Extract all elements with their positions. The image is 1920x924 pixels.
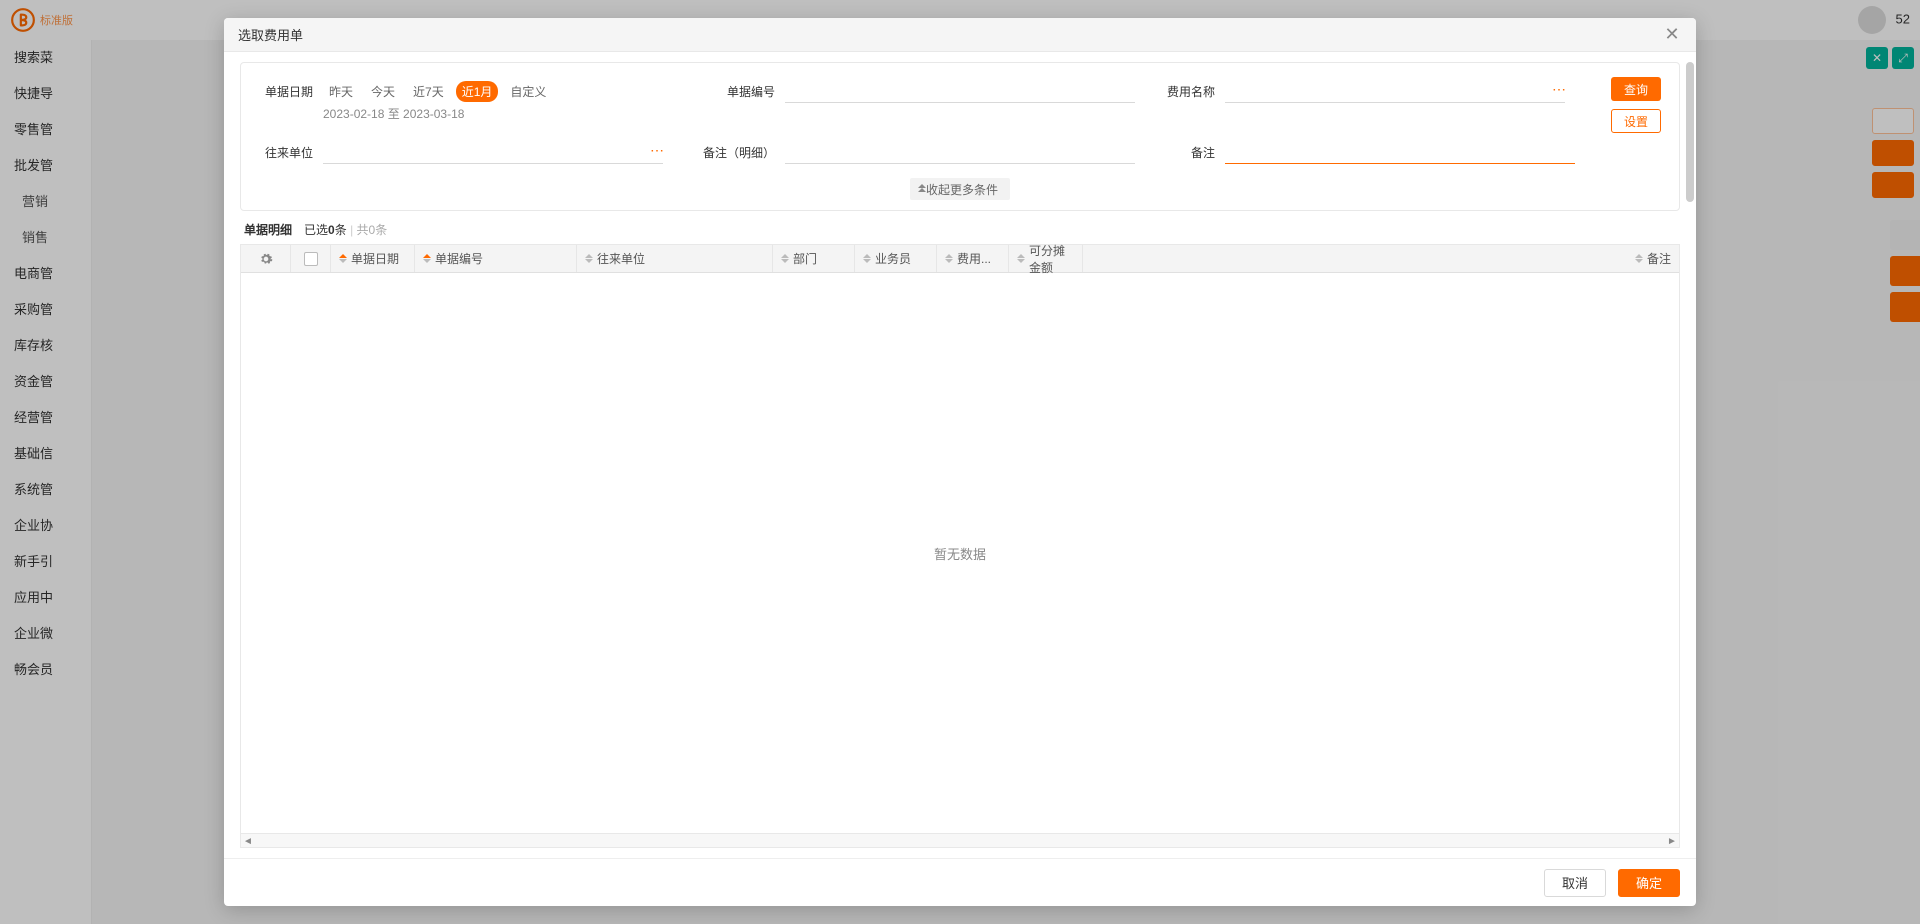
ellipsis-icon[interactable]: ⋯ [1552,81,1567,98]
select-expense-modal: 选取费用单 ✕ 查询 设置 单据日期 昨天 今天 近7天 近1月 [224,18,1696,906]
sort-icon [585,250,593,267]
total-count: 共0条 [357,223,388,237]
filter-label-detail-remark: 备注（明细） [703,140,785,161]
collapse-label: 收起更多条件 [926,181,998,198]
sort-icon [339,250,347,267]
date-chip-custom[interactable]: 自定义 [504,81,552,102]
remark-input[interactable] [1225,140,1575,164]
filter-label-remark: 备注 [1143,140,1225,161]
sort-icon [945,250,953,267]
col-doc-date[interactable]: 单据日期 [331,245,415,272]
date-chip-1m[interactable]: 近1月 [456,81,499,102]
column-settings-button[interactable] [241,245,291,272]
partner-input[interactable] [323,140,663,164]
modal-title: 选取费用单 [238,25,303,44]
modal-body: 查询 设置 单据日期 昨天 今天 近7天 近1月 自定义 2023-02-18 [224,52,1696,858]
confirm-button[interactable]: 确定 [1618,869,1680,897]
col-partner[interactable]: 往来单位 [577,245,773,272]
scroll-left-icon[interactable]: ◄ [241,834,255,848]
detail-remark-input[interactable] [785,140,1135,164]
date-chip-yesterday[interactable]: 昨天 [323,81,359,102]
settings-button[interactable]: 设置 [1611,109,1661,133]
filter-label-partner: 往来单位 [263,140,323,161]
checkbox-icon [304,252,318,266]
fee-name-input[interactable] [1225,79,1565,103]
sort-icon [423,250,431,267]
col-remark[interactable]: 备注 [1083,245,1679,272]
filter-label-doc-no: 单据编号 [703,79,785,100]
ellipsis-icon[interactable]: ⋯ [650,142,665,159]
scrollbar[interactable] [1686,62,1694,848]
query-button[interactable]: 查询 [1611,77,1661,101]
date-chip-group: 昨天 今天 近7天 近1月 自定义 [323,79,552,103]
filter-panel: 查询 设置 单据日期 昨天 今天 近7天 近1月 自定义 2023-02-18 [240,62,1680,211]
modal-header: 选取费用单 ✕ [224,18,1696,52]
filter-label-doc-date: 单据日期 [263,79,323,100]
data-table: 单据日期 单据编号 往来单位 部门 业务员 [240,244,1680,848]
horizontal-scrollbar[interactable]: ◄ ► [241,833,1679,847]
collapse-filters-button[interactable]: 收起更多条件 [910,178,1010,200]
col-dept[interactable]: 部门 [773,245,855,272]
selected-count: 已选0条 | 共0条 [304,221,387,238]
table-header: 单据日期 单据编号 往来单位 部门 业务员 [241,245,1679,273]
sort-icon [863,250,871,267]
doc-no-input[interactable] [785,79,1135,103]
filter-label-fee-name: 费用名称 [1143,79,1225,100]
gear-icon [259,252,273,266]
detail-title: 单据明细 [244,221,292,238]
scroll-right-icon[interactable]: ► [1665,834,1679,848]
col-doc-no[interactable]: 单据编号 [415,245,577,272]
close-icon[interactable]: ✕ [1662,24,1682,45]
col-fee[interactable]: 费用... [937,245,1009,272]
col-staff[interactable]: 业务员 [855,245,937,272]
empty-state: 暂无数据 [241,273,1679,833]
sort-icon [781,250,789,267]
date-chip-today[interactable]: 今天 [365,81,401,102]
modal-footer: 取消 确定 [224,858,1696,906]
detail-header: 单据明细 已选0条 | 共0条 [240,211,1680,244]
date-chip-7d[interactable]: 近7天 [407,81,450,102]
col-amount[interactable]: 可分摊金额 [1009,245,1083,272]
cancel-button[interactable]: 取消 [1544,869,1606,897]
sort-icon [1635,250,1643,267]
sort-icon [1017,250,1025,267]
select-all-checkbox[interactable] [291,245,331,272]
date-range-text: 2023-02-18 至 2023-03-18 [323,105,552,122]
